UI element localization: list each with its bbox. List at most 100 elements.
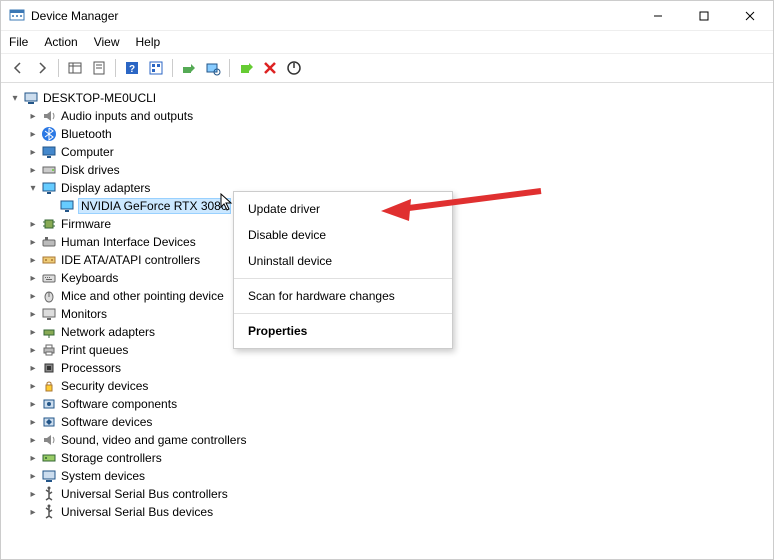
context-menu-update-driver[interactable]: Update driver	[234, 196, 452, 222]
forward-button[interactable]	[31, 57, 53, 79]
chevron-right-icon[interactable]: ▸	[27, 110, 39, 122]
tree-item-disk[interactable]: ▸ Disk drives	[5, 161, 769, 179]
tree-item-audio[interactable]: ▸ Audio inputs and outputs	[5, 107, 769, 125]
show-hidden-button[interactable]	[64, 57, 86, 79]
chevron-right-icon[interactable]: ▸	[27, 164, 39, 176]
minimize-button[interactable]	[635, 1, 681, 31]
chevron-down-icon[interactable]: ▾	[27, 182, 39, 194]
tree-item-label: IDE ATA/ATAPI controllers	[61, 253, 200, 267]
uninstall-device-toolbutton[interactable]	[259, 57, 281, 79]
chevron-right-icon[interactable]: ▸	[27, 488, 39, 500]
app-icon	[9, 8, 25, 24]
chevron-right-icon[interactable]: ▸	[27, 128, 39, 140]
chevron-right-icon[interactable]: ▸	[27, 272, 39, 284]
titlebar: Device Manager	[1, 1, 773, 31]
usb-icon	[41, 486, 57, 502]
chevron-right-icon[interactable]: ▸	[27, 416, 39, 428]
menu-file[interactable]: File	[9, 35, 28, 49]
tree-item-security[interactable]: ▸ Security devices	[5, 377, 769, 395]
context-menu: Update driver Disable device Uninstall d…	[233, 191, 453, 349]
tree-item-usbdev[interactable]: ▸ Universal Serial Bus devices	[5, 503, 769, 521]
context-menu-disable-device[interactable]: Disable device	[234, 222, 452, 248]
tree-item-system[interactable]: ▸ System devices	[5, 467, 769, 485]
hid-icon	[41, 234, 57, 250]
tree-item-swdev[interactable]: ▸ Software devices	[5, 413, 769, 431]
properties-button[interactable]	[88, 57, 110, 79]
enable-device-toolbutton[interactable]	[235, 57, 257, 79]
tree-item-label: Audio inputs and outputs	[61, 109, 193, 123]
close-button[interactable]	[727, 1, 773, 31]
toolbar-separator	[229, 59, 230, 77]
scan-hardware-toolbutton[interactable]	[202, 57, 224, 79]
toolbar: ?	[1, 54, 773, 83]
tree-item-label: Storage controllers	[61, 451, 162, 465]
context-menu-separator	[234, 313, 452, 314]
tree-item-label: Security devices	[61, 379, 148, 393]
chevron-right-icon[interactable]: ▸	[27, 398, 39, 410]
tree-item-label: Computer	[61, 145, 114, 159]
toolbar-separator	[58, 59, 59, 77]
chevron-right-icon[interactable]: ▸	[27, 362, 39, 374]
tree-item-sound[interactable]: ▸ Sound, video and game controllers	[5, 431, 769, 449]
menu-action[interactable]: Action	[44, 35, 77, 49]
tree-item-swcomp[interactable]: ▸ Software components	[5, 395, 769, 413]
tree-item-processors[interactable]: ▸ Processors	[5, 359, 769, 377]
chevron-right-icon[interactable]: ▸	[27, 380, 39, 392]
context-menu-separator	[234, 278, 452, 279]
chevron-right-icon[interactable]: ▸	[27, 146, 39, 158]
security-icon	[41, 378, 57, 394]
context-menu-scan-hardware[interactable]: Scan for hardware changes	[234, 283, 452, 309]
chevron-right-icon[interactable]: ▸	[27, 470, 39, 482]
chevron-right-icon[interactable]: ▸	[27, 434, 39, 446]
menu-view[interactable]: View	[94, 35, 120, 49]
chevron-right-icon[interactable]: ▸	[27, 506, 39, 518]
tree-item-label: Universal Serial Bus devices	[61, 505, 213, 519]
toolbar-separator	[115, 59, 116, 77]
chevron-right-icon[interactable]: ▸	[27, 290, 39, 302]
chevron-right-icon[interactable]: ▸	[27, 308, 39, 320]
sound-icon	[41, 432, 57, 448]
chevron-down-icon[interactable]: ▾	[9, 92, 21, 104]
tree-item-storage[interactable]: ▸ Storage controllers	[5, 449, 769, 467]
tree-item-computer[interactable]: ▸ Computer	[5, 143, 769, 161]
software-icon	[41, 396, 57, 412]
menu-help[interactable]: Help	[136, 35, 161, 49]
chevron-right-icon[interactable]: ▸	[27, 254, 39, 266]
chevron-right-icon[interactable]: ▸	[27, 218, 39, 230]
maximize-button[interactable]	[681, 1, 727, 31]
tree-item-label: Software components	[61, 397, 177, 411]
context-menu-uninstall-device[interactable]: Uninstall device	[234, 248, 452, 274]
ide-controller-icon	[41, 252, 57, 268]
chevron-right-icon[interactable]: ▸	[27, 344, 39, 356]
disable-device-toolbutton[interactable]	[283, 57, 305, 79]
tree-item-label: Processors	[61, 361, 121, 375]
tree-item-label: Human Interface Devices	[61, 235, 196, 249]
svg-text:?: ?	[129, 64, 135, 75]
chevron-right-icon[interactable]: ▸	[27, 326, 39, 338]
tree-item-label: Sound, video and game controllers	[61, 433, 246, 447]
chip-icon	[41, 216, 57, 232]
back-button[interactable]	[7, 57, 29, 79]
keyboard-icon	[41, 270, 57, 286]
chevron-right-icon[interactable]: ▸	[27, 452, 39, 464]
view-button[interactable]	[145, 57, 167, 79]
tree-item-usbctrl[interactable]: ▸ Universal Serial Bus controllers	[5, 485, 769, 503]
tree-item-bluetooth[interactable]: ▸ Bluetooth	[5, 125, 769, 143]
tree-root[interactable]: ▾ DESKTOP-ME0UCLI	[5, 89, 769, 107]
context-menu-properties[interactable]: Properties	[234, 318, 452, 344]
display-adapter-icon	[41, 180, 57, 196]
tree-item-label: Print queues	[61, 343, 128, 357]
update-driver-toolbutton[interactable]	[178, 57, 200, 79]
software-icon	[41, 414, 57, 430]
display-adapter-icon	[59, 198, 75, 214]
tree-item-label: NVIDIA GeForce RTX 3080	[79, 199, 230, 213]
help-button[interactable]: ?	[121, 57, 143, 79]
tree-item-label: Keyboards	[61, 271, 118, 285]
chevron-right-icon[interactable]: ▸	[27, 236, 39, 248]
tree-item-label: Disk drives	[61, 163, 120, 177]
printer-icon	[41, 342, 57, 358]
tree-root-label: DESKTOP-ME0UCLI	[43, 91, 156, 105]
cpu-icon	[41, 360, 57, 376]
storage-controller-icon	[41, 450, 57, 466]
usb-icon	[41, 504, 57, 520]
